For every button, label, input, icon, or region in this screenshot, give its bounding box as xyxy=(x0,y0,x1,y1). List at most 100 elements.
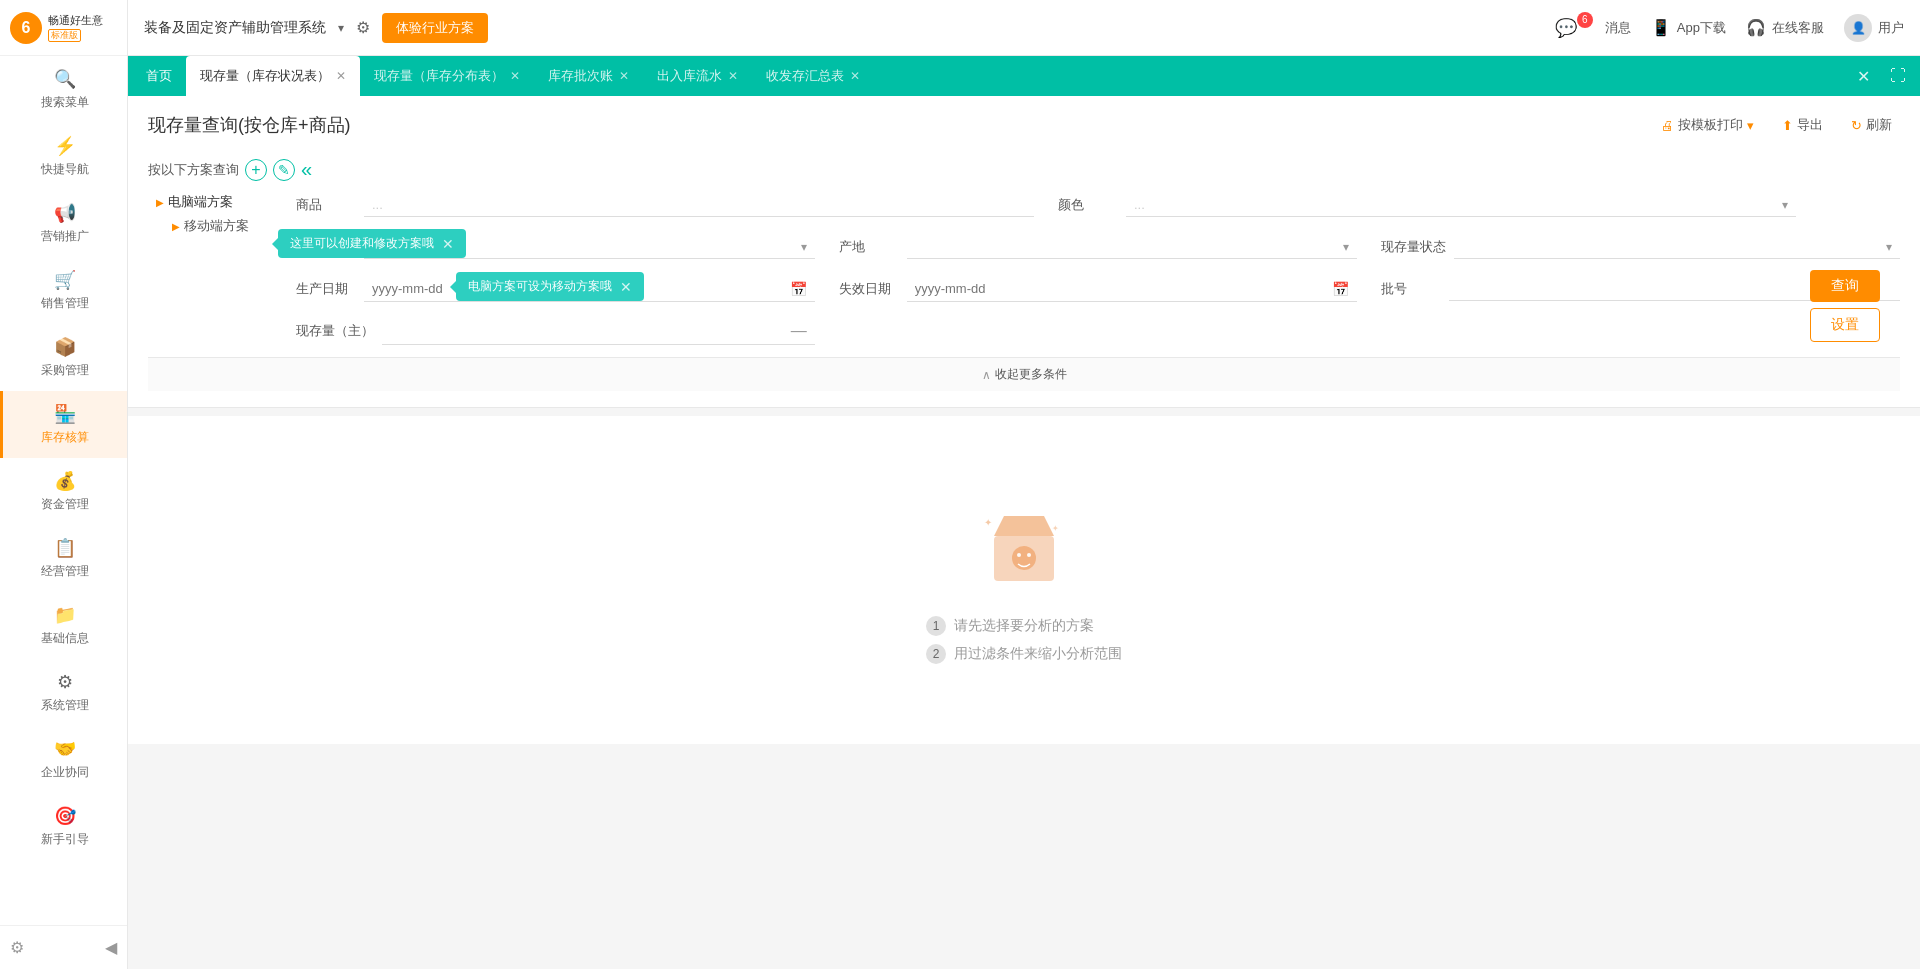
tab-stock-dist[interactable]: 现存量（库存分布表） ✕ xyxy=(360,56,534,96)
template-print-btn[interactable]: 🖨 按模板打印 ▾ xyxy=(1653,112,1762,138)
user-item[interactable]: 👤 用户 xyxy=(1844,14,1904,42)
logo-icon: 6 xyxy=(10,12,42,44)
page-content: 现存量查询(按仓库+商品) 🖨 按模板打印 ▾ ⬆ 导出 ↻ 刷新 xyxy=(128,96,1920,969)
sidebar-item-guide[interactable]: 🎯 新手引导 xyxy=(0,793,127,860)
reset-btn[interactable]: 设置 xyxy=(1810,308,1880,342)
stock-main-label: 现存量（主） xyxy=(296,322,374,340)
add-scheme-btn[interactable]: + xyxy=(245,159,267,181)
industry-btn[interactable]: 体验行业方案 xyxy=(382,13,488,43)
color-chevron: ▾ xyxy=(1782,198,1788,212)
sidebar-item-operation[interactable]: 📋 经营管理 xyxy=(0,525,127,592)
sidebar-item-system[interactable]: ⚙ 系统管理 xyxy=(0,659,127,726)
logo-badge: 标准版 xyxy=(48,29,81,43)
sidebar-label-sales: 销售管理 xyxy=(41,295,89,312)
tip-num-1: 1 xyxy=(926,616,946,636)
stock-main-min-input[interactable] xyxy=(390,323,787,338)
query-actions: 查询 设置 xyxy=(1810,270,1880,342)
sidebar-item-marketing[interactable]: 📢 营销推广 xyxy=(0,190,127,257)
export-btn[interactable]: ⬆ 导出 xyxy=(1774,112,1831,138)
tab-home[interactable]: 首页 xyxy=(132,56,186,96)
header-left: 装备及固定资产辅助管理系统 ▾ ⚙ 体验行业方案 xyxy=(144,13,488,43)
production-date-label: 生产日期 xyxy=(296,280,356,298)
tab-fullscreen-btn[interactable]: ⛶ xyxy=(1884,63,1912,90)
refresh-btn[interactable]: ↻ 刷新 xyxy=(1843,112,1900,138)
tab-close-all-btn[interactable]: ✕ xyxy=(1851,63,1876,90)
mobile-scheme-toggle[interactable]: ▶ 移动端方案 xyxy=(156,213,288,237)
collapse-bar[interactable]: ∧ 收起更多条件 xyxy=(148,357,1900,391)
stock-main-field: 现存量（主） — xyxy=(296,315,815,347)
size-chevron: ▾ xyxy=(801,240,807,254)
user-name-label: 用户 xyxy=(1878,19,1904,37)
stock-status-select[interactable]: ▾ xyxy=(1454,236,1900,259)
sidebar-nav: 🔍 搜索菜单 ⚡ 快捷导航 📢 营销推广 🛒 销售管理 📦 采购管理 🏪 库存核… xyxy=(0,56,127,925)
pc-tooltip-close[interactable]: ✕ xyxy=(620,279,632,295)
sidebar-item-enterprise[interactable]: 🤝 企业协同 xyxy=(0,726,127,793)
tab-flow[interactable]: 出入库流水 ✕ xyxy=(643,56,752,96)
headset-icon: 🎧 xyxy=(1746,18,1766,37)
stock-status-chevron: ▾ xyxy=(1886,240,1892,254)
empty-tip-1: 1 请先选择要分析的方案 xyxy=(926,616,1122,636)
origin-select[interactable]: ▾ xyxy=(907,236,1358,259)
collapse-sidebar-icon[interactable]: ◀ xyxy=(105,938,117,957)
product-select[interactable]: ... xyxy=(364,193,1034,217)
settings-icon[interactable]: ⚙ xyxy=(356,18,370,37)
pc-scheme-arrow: ▶ xyxy=(156,197,164,208)
tabs-bar: 首页 现存量（库存状况表） ✕ 现存量（库存分布表） ✕ 库存批次账 ✕ 出入库… xyxy=(128,56,1920,96)
sidebar-item-quick-nav[interactable]: ⚡ 快捷导航 xyxy=(0,123,127,190)
quick-nav-icon: ⚡ xyxy=(54,135,76,157)
sidebar-item-basic[interactable]: 📁 基础信息 xyxy=(0,592,127,659)
expiry-date-label: 失效日期 xyxy=(839,280,899,298)
user-avatar: 👤 xyxy=(1844,14,1872,42)
sidebar-label-basic: 基础信息 xyxy=(41,630,89,647)
tab-home-label: 首页 xyxy=(146,67,172,85)
expiry-date-input-area[interactable]: 📅 xyxy=(907,277,1358,302)
sidebar-item-purchase[interactable]: 📦 采购管理 xyxy=(0,324,127,391)
operation-icon: 📋 xyxy=(54,537,76,559)
message-item[interactable]: 💬 6 消息 xyxy=(1555,17,1631,39)
color-field: 颜色 ... ▾ xyxy=(1058,189,1796,221)
tab-flow-close[interactable]: ✕ xyxy=(728,70,738,82)
tab-summary-label: 收发存汇总表 xyxy=(766,67,844,85)
expiry-date-input[interactable] xyxy=(915,281,1333,296)
settings-bottom-icon[interactable]: ⚙ xyxy=(10,938,24,957)
finance-icon: 💰 xyxy=(54,470,76,492)
message-badge: 6 xyxy=(1577,12,1593,28)
tab-stock-dist-label: 现存量（库存分布表） xyxy=(374,67,504,85)
print-dropdown-icon: ▾ xyxy=(1747,118,1754,133)
svg-text:✦: ✦ xyxy=(1052,524,1059,533)
expiry-date-calendar-icon[interactable]: 📅 xyxy=(1332,281,1349,297)
tab-batch[interactable]: 库存批次账 ✕ xyxy=(534,56,643,96)
app-download-item[interactable]: 📱 App下载 xyxy=(1651,18,1726,37)
production-date-calendar-icon[interactable]: 📅 xyxy=(790,281,807,297)
sidebar-item-sales[interactable]: 🛒 销售管理 xyxy=(0,257,127,324)
tab-summary-close[interactable]: ✕ xyxy=(850,70,860,82)
scheme-arrow-btn[interactable]: « xyxy=(301,158,312,181)
pc-tooltip-text: 电脑方案可设为移动方案哦 xyxy=(468,278,612,295)
online-support-item[interactable]: 🎧 在线客服 xyxy=(1746,18,1824,37)
tab-stock-status-close[interactable]: ✕ xyxy=(336,70,346,82)
mobile-scheme-label: 移动端方案 xyxy=(184,217,249,235)
system-dropdown-icon[interactable]: ▾ xyxy=(338,21,344,35)
create-tooltip-close[interactable]: ✕ xyxy=(442,236,454,252)
tab-summary[interactable]: 收发存汇总表 ✕ xyxy=(752,56,874,96)
sidebar-item-search[interactable]: 🔍 搜索菜单 xyxy=(0,56,127,123)
stock-status-field: 现存量状态 ▾ xyxy=(1381,231,1900,263)
tab-stock-status[interactable]: 现存量（库存状况表） ✕ xyxy=(186,56,360,96)
sidebar-label-system: 系统管理 xyxy=(41,697,89,714)
sidebar-item-inventory[interactable]: 🏪 库存核算 xyxy=(0,391,127,458)
tab-stock-dist-close[interactable]: ✕ xyxy=(510,70,520,82)
tab-flow-label: 出入库流水 xyxy=(657,67,722,85)
search-btn[interactable]: 查询 xyxy=(1810,270,1880,302)
sidebar-item-finance[interactable]: 💰 资金管理 xyxy=(0,458,127,525)
color-select[interactable]: ... ▾ xyxy=(1126,193,1796,217)
svg-marker-1 xyxy=(994,516,1054,536)
color-dots: ... xyxy=(1134,197,1145,212)
tab-batch-close[interactable]: ✕ xyxy=(619,70,629,82)
svg-point-3 xyxy=(1017,553,1021,557)
sidebar-label-purchase: 采购管理 xyxy=(41,362,89,379)
stock-main-range: — xyxy=(382,318,815,345)
edit-scheme-btn[interactable]: ✎ xyxy=(273,159,295,181)
logo-text: 畅通好生意 标准版 xyxy=(48,13,103,43)
pc-scheme-toggle[interactable]: ▶ 电脑端方案 xyxy=(156,191,288,213)
pc-scheme-tooltip: 电脑方案可设为移动方案哦 ✕ xyxy=(456,272,644,301)
